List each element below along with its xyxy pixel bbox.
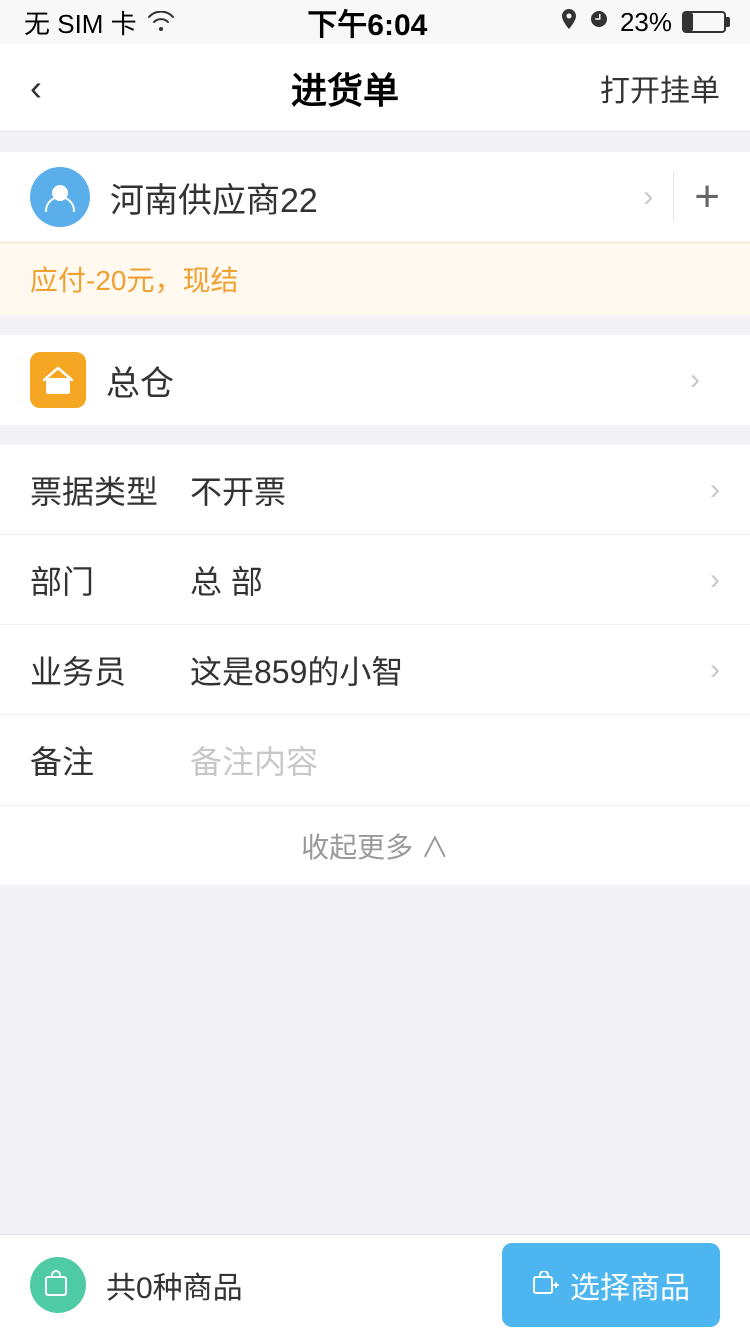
collapse-row[interactable]: 收起更多 ∧ xyxy=(0,805,750,885)
product-count-text: 共0种商品 xyxy=(106,1263,502,1307)
battery-percent: 23% xyxy=(620,7,672,38)
supplier-avatar xyxy=(30,167,90,227)
collapse-label: 收起更多 ∧ xyxy=(301,826,449,866)
notice-banner: 应付-20元，现结 xyxy=(0,242,750,315)
bottom-bar: 共0种商品 选择商品 xyxy=(0,1234,750,1334)
salesperson-value: 这是859的小智 xyxy=(190,647,710,693)
bottom-background xyxy=(0,885,750,925)
warehouse-icon xyxy=(30,352,86,408)
salesperson-chevron-icon: › xyxy=(710,653,720,687)
warehouse-section: 总仓 › xyxy=(0,335,750,425)
warehouse-row[interactable]: 总仓 › xyxy=(0,335,750,425)
supplier-row[interactable]: 河南供应商22 › + xyxy=(0,152,750,242)
department-label: 部门 xyxy=(30,557,190,603)
department-value: 总 部 xyxy=(190,557,710,603)
notice-text: 应付-20元，现结 xyxy=(30,265,238,296)
add-button[interactable]: + xyxy=(673,172,720,222)
status-right: 23% xyxy=(560,7,726,38)
alarm-icon xyxy=(588,7,610,38)
invoice-type-value: 不开票 xyxy=(190,467,710,513)
select-product-label: 选择商品 xyxy=(570,1263,690,1307)
warehouse-name: 总仓 xyxy=(106,356,690,405)
status-bar: 无 SIM 卡 下午6:04 23% xyxy=(0,0,750,44)
status-time: 下午6:04 xyxy=(307,0,427,44)
page-title: 进货单 xyxy=(291,62,399,114)
department-row[interactable]: 部门 总 部 › xyxy=(0,535,750,625)
form-section: 票据类型 不开票 › 部门 总 部 › 业务员 这是859的小智 › 备注 备注… xyxy=(0,445,750,805)
salesperson-label: 业务员 xyxy=(30,647,190,693)
select-product-button[interactable]: 选择商品 xyxy=(502,1243,720,1327)
department-chevron-icon: › xyxy=(710,563,720,597)
supplier-chevron-icon: › xyxy=(643,180,653,214)
status-left: 无 SIM 卡 xyxy=(24,4,175,41)
location-icon xyxy=(560,7,578,38)
battery-icon xyxy=(682,11,726,33)
warehouse-chevron-icon: › xyxy=(690,363,700,397)
divider-top xyxy=(0,132,750,152)
invoice-type-label: 票据类型 xyxy=(30,467,190,513)
supplier-name: 河南供应商22 xyxy=(110,173,643,222)
nav-bar: ‹ 进货单 打开挂单 xyxy=(0,44,750,132)
remark-label: 备注 xyxy=(30,737,190,783)
invoice-type-chevron-icon: › xyxy=(710,473,720,507)
invoice-type-row[interactable]: 票据类型 不开票 › xyxy=(0,445,750,535)
supplier-section: 河南供应商22 › + 应付-20元，现结 xyxy=(0,152,750,315)
remark-row[interactable]: 备注 备注内容 xyxy=(0,715,750,805)
salesperson-row[interactable]: 业务员 这是859的小智 › xyxy=(0,625,750,715)
back-button[interactable]: ‹ xyxy=(30,67,90,109)
remark-value: 备注内容 xyxy=(190,737,720,783)
product-count-icon xyxy=(30,1257,86,1313)
open-pending-button[interactable]: 打开挂单 xyxy=(600,66,720,110)
wifi-icon xyxy=(147,7,175,38)
carrier-label: 无 SIM 卡 xyxy=(24,4,137,41)
